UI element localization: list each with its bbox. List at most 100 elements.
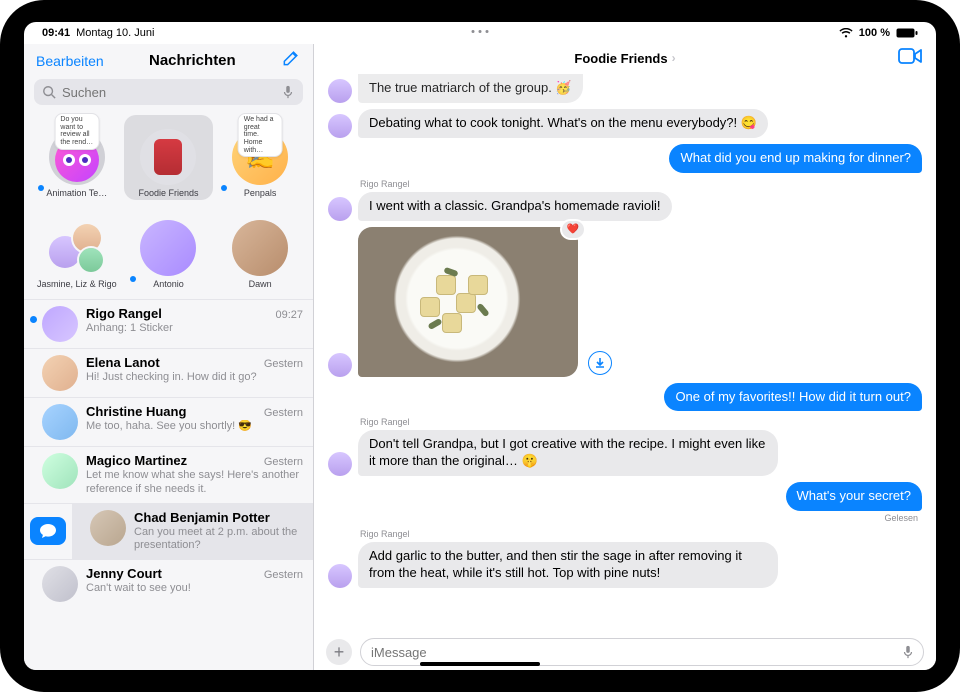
conversation-time: Gestern bbox=[264, 407, 303, 419]
avatar bbox=[42, 566, 78, 602]
edit-button[interactable]: Bearbeiten bbox=[36, 53, 104, 69]
sender-label: Rigo Rangel bbox=[360, 529, 922, 539]
conversation-name: Christine Huang bbox=[86, 404, 186, 419]
message-bubble: Debating what to cook tonight. What's on… bbox=[358, 109, 768, 138]
messages-app-tile[interactable] bbox=[30, 517, 66, 545]
pinned-conversation[interactable]: We had a great time. Home with… ✍️ Penpa… bbox=[215, 115, 305, 200]
battery-percent: 100 % bbox=[859, 27, 890, 39]
avatar bbox=[328, 452, 352, 476]
conversation-name: Elena Lanot bbox=[86, 355, 160, 370]
conversation-time: Gestern bbox=[264, 358, 303, 370]
message-bubble: I went with a classic. Grandpa's homemad… bbox=[358, 192, 672, 221]
tapback-heart-icon[interactable]: ❤️ bbox=[560, 219, 586, 240]
pin-label: Animation Te… bbox=[46, 188, 107, 198]
avatar bbox=[328, 197, 352, 221]
message-incoming[interactable]: Add garlic to the butter, and then stir … bbox=[328, 542, 922, 588]
message-input[interactable] bbox=[371, 645, 901, 660]
conversation-snippet: Can you meet at 2 p.m. about the present… bbox=[134, 526, 303, 554]
message-incoming[interactable]: Don't tell Grandpa, but I got creative w… bbox=[328, 430, 922, 476]
avatar bbox=[42, 453, 78, 489]
avatar bbox=[42, 306, 78, 342]
compose-bar: + bbox=[314, 632, 936, 670]
message-outgoing[interactable]: What did you end up making for dinner? bbox=[328, 144, 922, 173]
search-field[interactable] bbox=[34, 79, 303, 105]
conversation-name: Magico Martinez bbox=[86, 453, 187, 468]
pin-avatar bbox=[140, 220, 196, 276]
pin-label: Foodie Friends bbox=[138, 188, 198, 198]
search-icon bbox=[42, 85, 56, 99]
multitasking-indicator-icon[interactable] bbox=[472, 30, 489, 33]
conversation-name: Chad Benjamin Potter bbox=[134, 510, 270, 525]
unread-dot-icon bbox=[221, 185, 227, 191]
pinned-conversation[interactable]: Antonio bbox=[124, 206, 214, 291]
search-input[interactable] bbox=[62, 85, 275, 100]
dictation-icon[interactable] bbox=[901, 645, 915, 659]
avatar bbox=[328, 114, 352, 138]
conversation-snippet: Anhang: 1 Sticker bbox=[86, 322, 303, 336]
conversation-list: Rigo Rangel 09:27 Anhang: 1 Sticker Elena… bbox=[24, 299, 313, 670]
pinned-conversation[interactable]: Do you want to review all the rend… Anim… bbox=[32, 115, 122, 200]
pin-label: Jasmine, Liz & Rigo bbox=[37, 279, 117, 289]
conversation-pane: Foodie Friends › The true matriarch of t… bbox=[314, 44, 936, 670]
conversation-name: Rigo Rangel bbox=[86, 306, 162, 321]
avatar bbox=[42, 355, 78, 391]
pin-label: Dawn bbox=[249, 279, 272, 289]
apps-plus-button[interactable]: + bbox=[326, 639, 352, 665]
dictation-icon[interactable] bbox=[281, 85, 295, 99]
download-icon bbox=[594, 357, 606, 369]
unread-dot-icon bbox=[130, 276, 136, 282]
unread-dot-icon bbox=[38, 185, 44, 191]
pinned-conversation[interactable]: Foodie Friends bbox=[124, 115, 214, 200]
conversation-row[interactable]: Rigo Rangel 09:27 Anhang: 1 Sticker bbox=[24, 299, 313, 348]
message-incoming[interactable]: Debating what to cook tonight. What's on… bbox=[328, 109, 922, 138]
pinned-conversation[interactable]: Dawn bbox=[215, 206, 305, 291]
conversation-time: 09:27 bbox=[275, 309, 303, 321]
home-indicator[interactable] bbox=[420, 662, 540, 666]
conversation-title: Foodie Friends bbox=[574, 51, 667, 66]
message-outgoing[interactable]: What's your secret? bbox=[328, 482, 922, 511]
pinned-conversations: Do you want to review all the rend… Anim… bbox=[24, 111, 313, 299]
conversation-snippet: Me too, haha. See you shortly! 😎 bbox=[86, 420, 303, 434]
message-bubble: Don't tell Grandpa, but I got creative w… bbox=[358, 430, 778, 476]
sidebar-title: Nachrichten bbox=[149, 52, 236, 69]
message-bubble: What's your secret? bbox=[786, 482, 922, 511]
chat-bubble-icon bbox=[39, 523, 57, 539]
battery-icon bbox=[896, 28, 918, 38]
conversation-row[interactable]: Elena LanotGestern Hi! Just checking in.… bbox=[24, 348, 313, 397]
message-bubble: What did you end up making for dinner? bbox=[669, 144, 922, 173]
message-incoming[interactable]: The true matriarch of the group. 🥳 bbox=[328, 74, 922, 103]
conversation-snippet: Can't wait to see you! bbox=[86, 582, 303, 596]
conversation-time: Gestern bbox=[264, 456, 303, 468]
conversation-row[interactable]: Christine Huang Gestern Me too, haha. See… bbox=[24, 397, 313, 446]
conversation-row[interactable]: Magico MartinezGestern Let me know what … bbox=[24, 446, 313, 503]
compose-button[interactable] bbox=[281, 48, 301, 73]
conversation-row[interactable]: Jenny CourtGestern Can't wait to see you… bbox=[24, 559, 313, 608]
pin-message-preview: We had a great time. Home with… bbox=[238, 113, 283, 157]
message-incoming-photo[interactable]: ❤️ bbox=[328, 227, 922, 377]
status-date: Montag 10. Juni bbox=[76, 27, 154, 39]
pin-message-preview: Do you want to review all the rend… bbox=[54, 113, 99, 150]
conversation-header[interactable]: Foodie Friends › bbox=[314, 44, 936, 72]
sender-label: Rigo Rangel bbox=[360, 179, 922, 189]
avatar bbox=[90, 510, 126, 546]
photo-attachment[interactable] bbox=[358, 227, 578, 377]
conversation-name: Jenny Court bbox=[86, 566, 162, 581]
conversation-sidebar: Bearbeiten Nachrichten bbox=[24, 44, 314, 670]
pin-label: Antonio bbox=[153, 279, 184, 289]
ipad-frame: 09:41 Montag 10. Juni 100 % Bearbeiten N… bbox=[0, 0, 960, 692]
message-bubble: Add garlic to the butter, and then stir … bbox=[358, 542, 778, 588]
message-outgoing[interactable]: One of my favorites!! How did it turn ou… bbox=[328, 383, 922, 412]
avatar bbox=[328, 564, 352, 588]
pin-label: Penpals bbox=[244, 188, 277, 198]
unread-dot-icon bbox=[30, 316, 37, 323]
pinned-conversation[interactable]: Jasmine, Liz & Rigo bbox=[32, 206, 122, 291]
pin-avatar bbox=[232, 220, 288, 276]
message-incoming[interactable]: I went with a classic. Grandpa's homemad… bbox=[328, 192, 922, 221]
pin-avatar bbox=[140, 129, 196, 185]
conversation-row[interactable]: Chad Benjamin Potter Can you meet at 2 p… bbox=[72, 503, 313, 560]
facetime-button[interactable] bbox=[898, 48, 922, 69]
compose-icon bbox=[281, 48, 301, 68]
save-photo-button[interactable] bbox=[588, 351, 612, 375]
message-list[interactable]: The true matriarch of the group. 🥳 Debat… bbox=[314, 72, 936, 632]
wifi-icon bbox=[839, 28, 853, 38]
